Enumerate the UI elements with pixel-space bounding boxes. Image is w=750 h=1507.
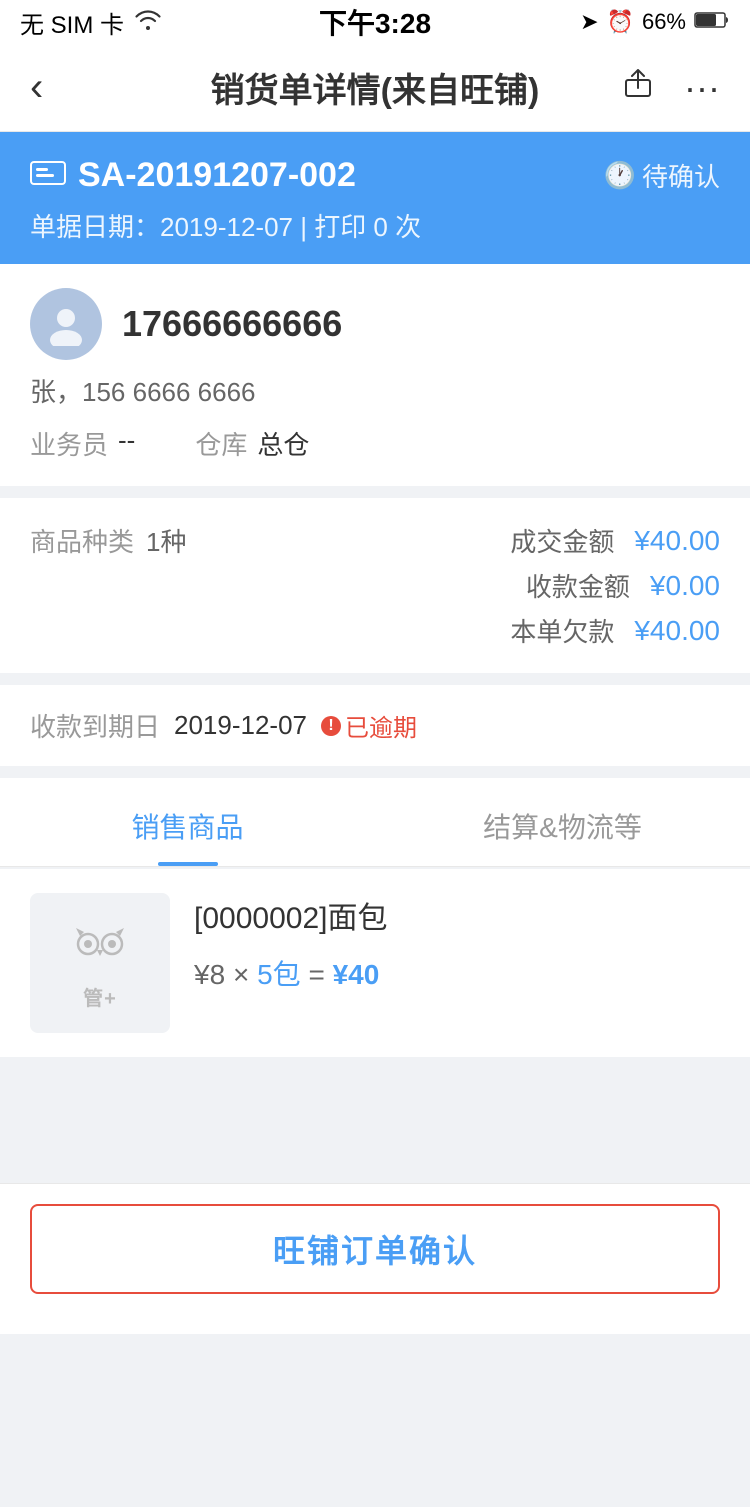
transaction-value: ¥40.00: [634, 525, 720, 557]
alarm-icon: ⏰: [607, 9, 634, 35]
customer-phone: 17666666666: [122, 303, 342, 345]
order-id: SA-20191207-002: [30, 156, 356, 195]
summary-section: 商品种类 1种 成交金额 ¥40.00 收款金额 ¥0.00 本单欠款 ¥40.…: [0, 498, 750, 685]
customer-info: 17666666666: [122, 303, 342, 345]
salesperson-label: 业务员: [30, 425, 108, 462]
salesperson-item: 业务员 --: [30, 425, 135, 462]
location-icon: ➤: [580, 9, 598, 35]
share-icon[interactable]: [622, 67, 654, 109]
product-image-inner: 管+: [60, 916, 140, 1011]
nav-actions: ···: [622, 67, 720, 109]
product-types-value: 1种: [146, 522, 186, 559]
due-label: 收款到期日: [30, 707, 160, 744]
summary-right: 成交金额 ¥40.00 收款金额 ¥0.00 本单欠款 ¥40.00: [510, 522, 720, 649]
back-button[interactable]: ‹: [30, 65, 43, 110]
product-types-item: 商品种类 1种: [30, 522, 186, 559]
customer-name-phone: 张，156 6666 6666: [30, 372, 720, 409]
payment-label: 收款金额: [526, 567, 630, 604]
due-date-value: 2019-12-07: [174, 710, 307, 741]
order-id-row: SA-20191207-002 🕐 待确认: [30, 156, 720, 195]
more-icon[interactable]: ···: [684, 67, 720, 109]
order-date: 单据日期：2019-12-07 | 打印 0 次: [30, 207, 720, 244]
spacer: [0, 1357, 750, 1507]
battery-icon: [694, 9, 730, 35]
status-bar-right: ➤ ⏰ 66%: [580, 9, 730, 35]
quantity-value: 5包: [257, 959, 301, 990]
tab-sales-products[interactable]: 销售商品: [0, 778, 375, 866]
product-section: 管+ [0000002]面包 ¥8 × 5包 = ¥40: [0, 869, 750, 1057]
order-status: 🕐 待确认: [604, 157, 720, 194]
overdue-badge: ! 已逾期: [321, 708, 417, 743]
tab-sales-label: 销售商品: [131, 812, 243, 843]
order-icon: [30, 158, 66, 193]
total-value: ¥40: [333, 959, 380, 990]
payment-value: ¥0.00: [650, 570, 720, 602]
payment-row: 收款金额 ¥0.00: [526, 567, 720, 604]
product-info: [0000002]面包 ¥8 × 5包 = ¥40: [194, 893, 720, 993]
customer-avatar: [30, 288, 102, 360]
tab-settlement-label: 结算&物流等: [483, 812, 642, 843]
debt-value: ¥40.00: [634, 615, 720, 647]
tab-settlement[interactable]: 结算&物流等: [375, 778, 750, 866]
page-title: 销货单详情(来自旺铺): [211, 63, 540, 112]
customer-section: 17666666666 张，156 6666 6666 业务员 -- 仓库 总仓: [0, 264, 750, 498]
debt-label: 本单欠款: [510, 612, 614, 649]
order-header: SA-20191207-002 🕐 待确认 单据日期：2019-12-07 | …: [0, 132, 750, 264]
logo-plus: 管+: [83, 982, 117, 1011]
multiply-symbol: ×: [233, 959, 257, 990]
overdue-icon: !: [321, 716, 341, 736]
wifi-icon: [134, 8, 162, 37]
bottom-bar: 旺铺订单确认: [0, 1183, 750, 1334]
equals-symbol: =: [308, 959, 332, 990]
overdue-text: 已逾期: [345, 708, 417, 743]
summary-left: 商品种类 1种: [30, 522, 186, 559]
status-bar-time: 下午3:28: [319, 2, 431, 42]
tabs-section: 销售商品 结算&物流等: [0, 778, 750, 867]
transaction-row: 成交金额 ¥40.00: [510, 522, 720, 559]
confirm-order-button[interactable]: 旺铺订单确认: [30, 1204, 720, 1294]
price-value: ¥8: [194, 959, 225, 990]
order-status-text: 待确认: [642, 157, 720, 194]
transaction-label: 成交金额: [510, 522, 614, 559]
warehouse-item: 仓库 总仓: [195, 425, 309, 462]
product-price: ¥8 × 5包 = ¥40: [194, 953, 720, 993]
no-sim-text: 无 SIM 卡: [20, 5, 124, 40]
warehouse-label: 仓库: [195, 425, 247, 462]
order-number: SA-20191207-002: [78, 156, 356, 195]
product-name: [0000002]面包: [194, 893, 720, 937]
debt-row: 本单欠款 ¥40.00: [510, 612, 720, 649]
customer-row: 17666666666: [30, 288, 720, 360]
warehouse-value: 总仓: [257, 425, 309, 462]
status-bar-left: 无 SIM 卡: [20, 5, 162, 40]
battery-text: 66%: [642, 9, 686, 35]
nav-bar: ‹ 销货单详情(来自旺铺) ···: [0, 44, 750, 132]
customer-meta: 业务员 -- 仓库 总仓: [30, 425, 720, 462]
due-date-section: 收款到期日 2019-12-07 ! 已逾期: [0, 685, 750, 778]
clock-icon: 🕐: [604, 160, 636, 191]
product-image: 管+: [30, 893, 170, 1033]
salesperson-value: --: [118, 425, 135, 462]
product-types-label: 商品种类: [30, 522, 134, 559]
status-bar: 无 SIM 卡 下午3:28 ➤ ⏰ 66%: [0, 0, 750, 44]
